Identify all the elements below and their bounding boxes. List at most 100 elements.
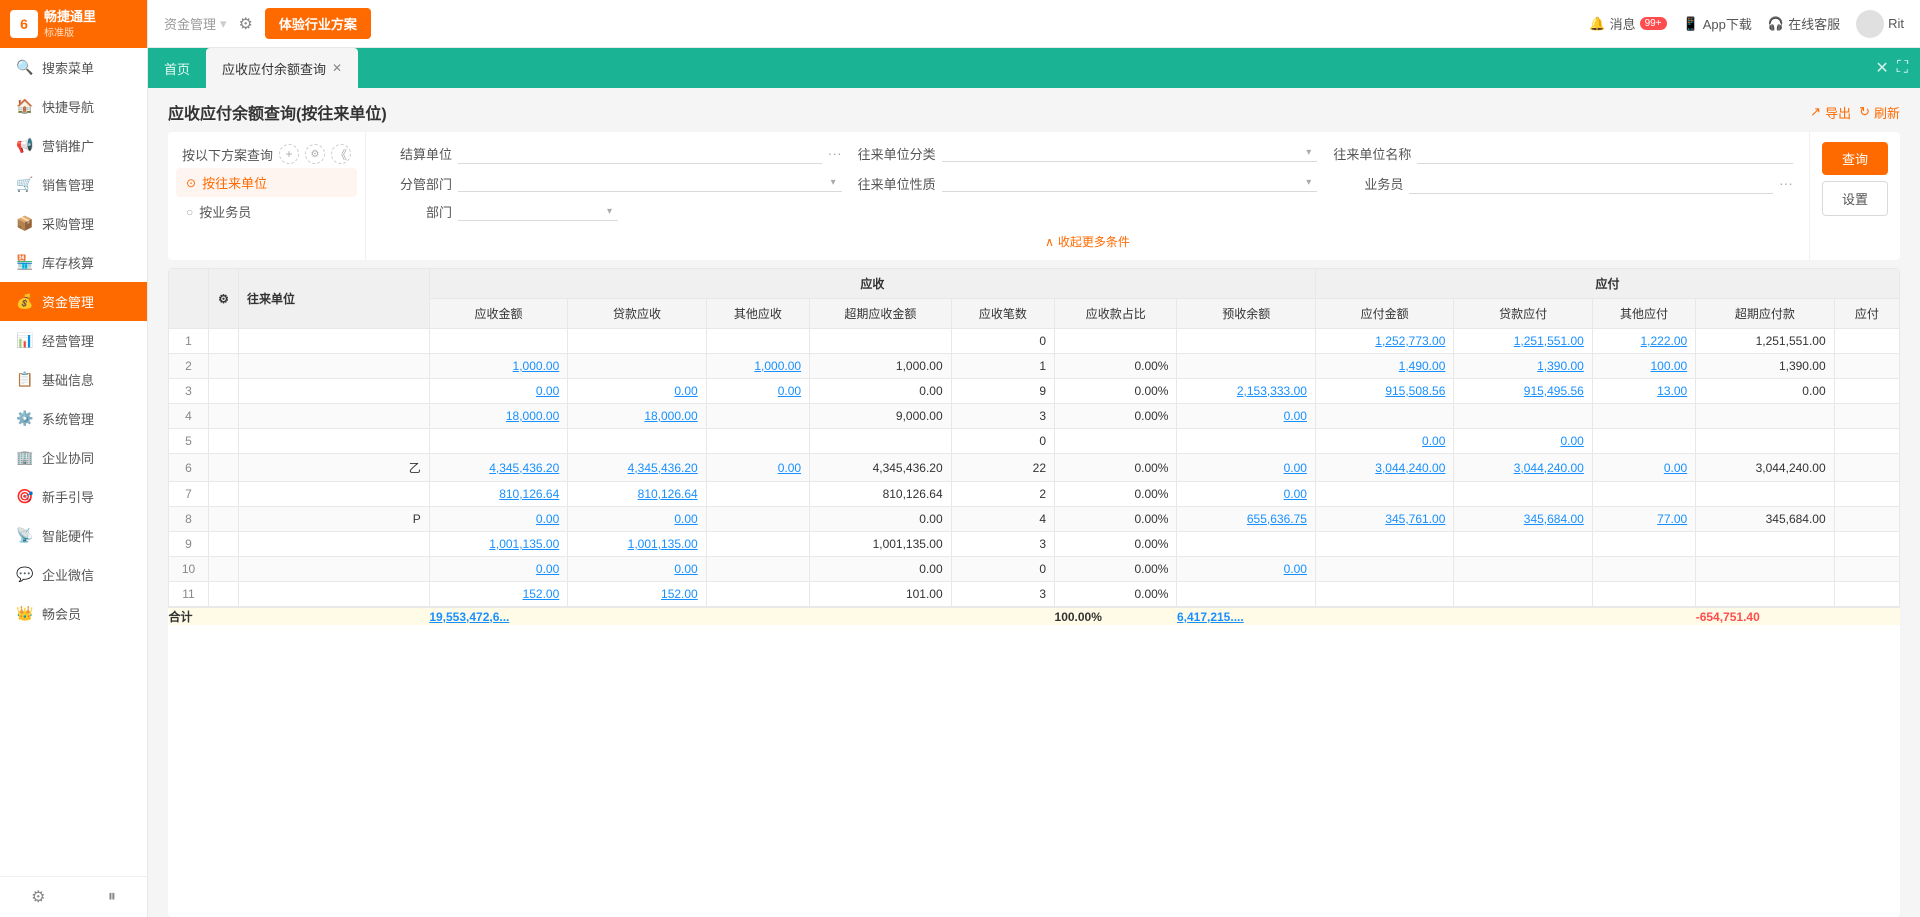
loan-payable-cell[interactable]	[1454, 557, 1592, 582]
industry-solution-button[interactable]: 体验行业方案	[265, 8, 371, 39]
tab-ar-ap[interactable]: 应收应付余额查询 ✕	[206, 48, 358, 88]
sidebar-item-marketing[interactable]: 📢 营销推广	[0, 126, 147, 165]
settings-icon[interactable]: ⚙	[239, 14, 253, 34]
online-service-item[interactable]: 🎧 在线客服	[1768, 14, 1840, 33]
advance-balance-cell[interactable]	[1177, 582, 1315, 608]
sidebar-item-sales[interactable]: 🛒 销售管理	[0, 165, 147, 204]
loan-receivable-cell[interactable]	[568, 429, 706, 454]
loan-payable-cell[interactable]: 0.00	[1454, 429, 1592, 454]
sidebar-item-wechat[interactable]: 💬 企业微信	[0, 555, 147, 594]
payable-amount-cell[interactable]	[1315, 404, 1453, 429]
loan-payable-cell[interactable]: 345,684.00	[1454, 507, 1592, 532]
collapse-filter-button[interactable]: ∧ 收起更多条件	[382, 227, 1793, 256]
other-payable-cell[interactable]	[1592, 557, 1695, 582]
settings-col-header[interactable]: ⚙	[209, 269, 239, 329]
setting-button[interactable]: 设置	[1822, 181, 1888, 216]
payable-amount-cell[interactable]: 1,490.00	[1315, 354, 1453, 379]
dept-manager-select[interactable]: ▾	[458, 174, 842, 192]
receivable-amount-cell[interactable]	[429, 429, 567, 454]
other-payable-cell[interactable]: 100.00	[1592, 354, 1695, 379]
loan-payable-cell[interactable]	[1454, 482, 1592, 507]
other-receivable-cell[interactable]	[706, 429, 809, 454]
other-payable-cell[interactable]	[1592, 532, 1695, 557]
close-tab-icon[interactable]: ✕	[1875, 58, 1888, 78]
loan-payable-cell[interactable]: 3,044,240.00	[1454, 454, 1592, 482]
receivable-amount-cell[interactable]: 152.00	[429, 582, 567, 608]
other-receivable-cell[interactable]	[706, 482, 809, 507]
other-receivable-cell[interactable]: 0.00	[706, 379, 809, 404]
table-settings-icon[interactable]: ⚙	[218, 292, 229, 306]
advance-balance-cell[interactable]: 0.00	[1177, 557, 1315, 582]
total-advance[interactable]: 6,417,215....	[1177, 607, 1315, 625]
loan-payable-cell[interactable]: 915,495.56	[1454, 379, 1592, 404]
payable-amount-cell[interactable]: 3,044,240.00	[1315, 454, 1453, 482]
advance-balance-cell[interactable]: 0.00	[1177, 482, 1315, 507]
payable-amount-cell[interactable]: 1,252,773.00	[1315, 329, 1453, 354]
sidebar-item-smart[interactable]: 📡 智能硬件	[0, 516, 147, 555]
tab-home[interactable]: 首页	[148, 48, 206, 88]
notifications-item[interactable]: 🔔 消息 99+	[1589, 14, 1666, 33]
other-receivable-cell[interactable]	[706, 329, 809, 354]
loan-receivable-cell[interactable]: 152.00	[568, 582, 706, 608]
loan-payable-cell[interactable]: 1,390.00	[1454, 354, 1592, 379]
loan-receivable-cell[interactable]: 1,001,135.00	[568, 532, 706, 557]
advance-balance-cell[interactable]	[1177, 532, 1315, 557]
receivable-amount-cell[interactable]: 18,000.00	[429, 404, 567, 429]
receivable-amount-cell[interactable]: 0.00	[429, 379, 567, 404]
sidebar-item-operation[interactable]: 📊 经营管理	[0, 321, 147, 360]
sidebar-item-member[interactable]: 👑 畅会员	[0, 594, 147, 633]
add-query-method-button[interactable]: +	[279, 144, 299, 164]
query-button[interactable]: 查询	[1822, 142, 1888, 175]
loan-receivable-cell[interactable]: 0.00	[568, 379, 706, 404]
payable-amount-cell[interactable]: 0.00	[1315, 429, 1453, 454]
receivable-amount-cell[interactable]: 810,126.64	[429, 482, 567, 507]
loan-payable-cell[interactable]	[1454, 404, 1592, 429]
other-receivable-cell[interactable]	[706, 557, 809, 582]
other-receivable-cell[interactable]	[706, 532, 809, 557]
sidebar-item-guide[interactable]: 🎯 新手引导	[0, 477, 147, 516]
receivable-amount-cell[interactable]: 1,000.00	[429, 354, 567, 379]
sidebar-item-finance[interactable]: 💰 资金管理	[0, 282, 147, 321]
collapse-sidebar-icon[interactable]: ⏸	[108, 888, 116, 906]
advance-balance-cell[interactable]: 0.00	[1177, 404, 1315, 429]
other-payable-cell[interactable]	[1592, 482, 1695, 507]
department-select[interactable]: ▾	[458, 203, 618, 221]
other-payable-cell[interactable]	[1592, 404, 1695, 429]
receivable-amount-cell[interactable]: 1,001,135.00	[429, 532, 567, 557]
other-receivable-cell[interactable]: 0.00	[706, 454, 809, 482]
other-receivable-cell[interactable]	[706, 582, 809, 608]
other-payable-cell[interactable]: 77.00	[1592, 507, 1695, 532]
loan-receivable-cell[interactable]	[568, 354, 706, 379]
receivable-amount-cell[interactable]: 0.00	[429, 557, 567, 582]
tab-close-icon[interactable]: ✕	[332, 61, 342, 75]
partner-nature-select[interactable]: ▾	[942, 174, 1318, 192]
query-method-by-unit[interactable]: ⊙ 按往来单位	[176, 168, 357, 197]
loan-receivable-cell[interactable]: 18,000.00	[568, 404, 706, 429]
sidebar-item-quicknav[interactable]: 🏠 快捷导航	[0, 87, 147, 126]
advance-balance-cell[interactable]	[1177, 329, 1315, 354]
loan-payable-cell[interactable]	[1454, 532, 1592, 557]
partner-category-select[interactable]: ▾	[942, 144, 1318, 162]
payable-amount-cell[interactable]	[1315, 557, 1453, 582]
loan-receivable-cell[interactable]: 4,345,436.20	[568, 454, 706, 482]
loan-receivable-cell[interactable]	[568, 329, 706, 354]
advance-balance-cell[interactable]	[1177, 429, 1315, 454]
payable-amount-cell[interactable]	[1315, 532, 1453, 557]
receivable-amount-cell[interactable]: 4,345,436.20	[429, 454, 567, 482]
advance-balance-cell[interactable]	[1177, 354, 1315, 379]
other-payable-cell[interactable]: 1,222.00	[1592, 329, 1695, 354]
advance-balance-cell[interactable]: 0.00	[1177, 454, 1315, 482]
receivable-amount-cell[interactable]: 0.00	[429, 507, 567, 532]
other-payable-cell[interactable]	[1592, 429, 1695, 454]
salesperson-input[interactable]	[1409, 172, 1773, 194]
other-receivable-cell[interactable]: 1,000.00	[706, 354, 809, 379]
advance-balance-cell[interactable]: 2,153,333.00	[1177, 379, 1315, 404]
other-receivable-cell[interactable]	[706, 404, 809, 429]
salesperson-dots[interactable]: ···	[1779, 175, 1793, 191]
app-download-item[interactable]: 📱 App下载	[1683, 14, 1752, 33]
other-payable-cell[interactable]: 13.00	[1592, 379, 1695, 404]
user-profile[interactable]: Rit	[1856, 10, 1904, 38]
sidebar-item-system[interactable]: ⚙️ 系统管理	[0, 399, 147, 438]
other-receivable-cell[interactable]	[706, 507, 809, 532]
receivable-amount-cell[interactable]	[429, 329, 567, 354]
